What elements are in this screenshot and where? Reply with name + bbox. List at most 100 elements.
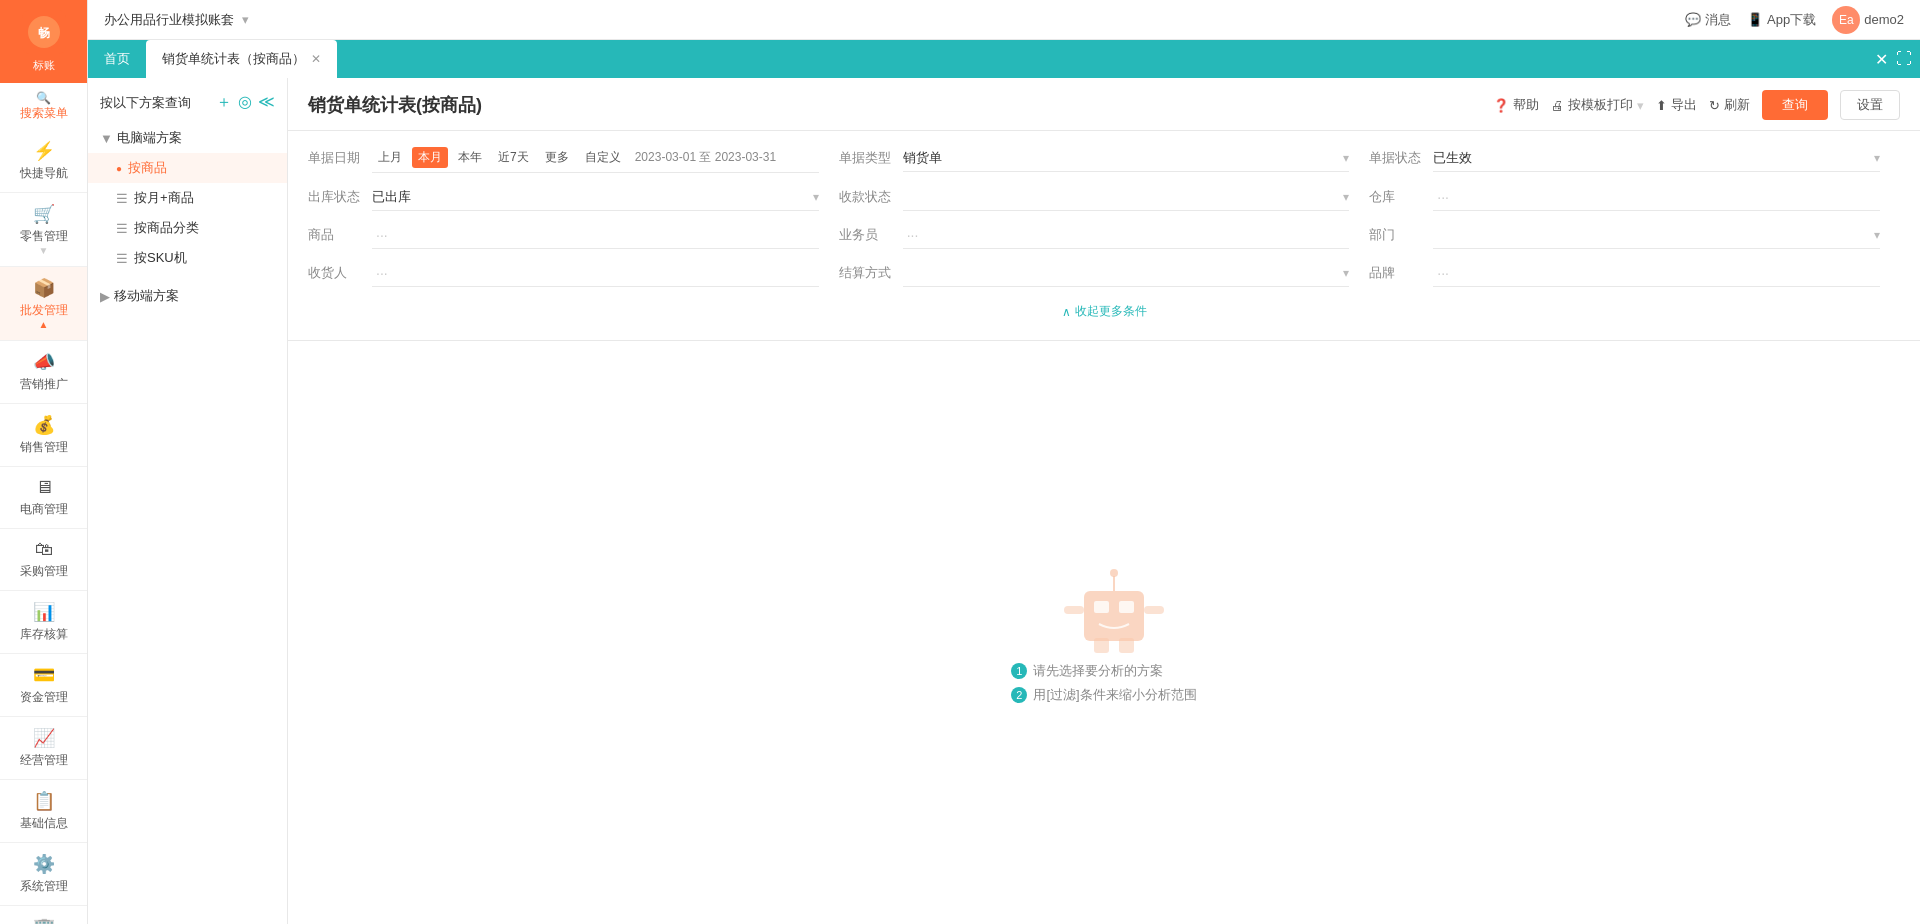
- collapse-filter-icon[interactable]: ≪: [258, 92, 275, 113]
- warehouse-value[interactable]: ···: [1433, 183, 1880, 211]
- sidebar-item-marketing[interactable]: 📣 营销推广: [0, 341, 87, 404]
- tab-report[interactable]: 销货单统计表（按商品） ✕: [146, 40, 337, 78]
- brand-dots: ···: [1437, 265, 1449, 281]
- sidebar-item-inventory[interactable]: 📊 库存核算: [0, 591, 87, 654]
- wholesale-label: 批发管理: [20, 302, 68, 319]
- message-button[interactable]: 💬 消息: [1685, 11, 1731, 29]
- department-dropdown-icon: ▾: [1874, 228, 1880, 242]
- tip-num-1: 1: [1011, 663, 1027, 679]
- warehouse-dots: ···: [1437, 189, 1449, 205]
- sidebar-item-ecommerce[interactable]: 🖥 电商管理: [0, 467, 87, 529]
- field-recipient: 收货人 ···: [308, 259, 839, 287]
- empty-illustration: [1054, 556, 1154, 646]
- sidebar-item-finance[interactable]: 💳 资金管理: [0, 654, 87, 717]
- sidebar-item-enterprise[interactable]: 🏢 企业协同: [0, 906, 87, 924]
- recipient-dots: ···: [376, 265, 388, 281]
- avatar: Ea: [1832, 6, 1860, 34]
- filter-by-category[interactable]: ☰ 按商品分类: [88, 213, 287, 243]
- svg-rect-8: [1119, 638, 1134, 653]
- field-bill-date: 单据日期 上月 本月 本年 近7天 更多 自定义 2023-03-01 至 20…: [308, 143, 839, 173]
- filter-row-3: 商品 ··· 业务员 ··· 部门: [308, 221, 1900, 249]
- product-value[interactable]: ···: [372, 221, 819, 249]
- date-tab-this-month[interactable]: 本月: [412, 147, 448, 168]
- filter-by-month-product[interactable]: ☰ 按月+商品: [88, 183, 287, 213]
- sidebar-item-system[interactable]: ⚙️ 系统管理: [0, 843, 87, 906]
- filter-by-product[interactable]: ● 按商品: [88, 153, 287, 183]
- refresh-button[interactable]: ↻ 刷新: [1709, 96, 1750, 114]
- svg-rect-5: [1064, 606, 1084, 614]
- export-button[interactable]: ⬆ 导出: [1656, 96, 1697, 114]
- department-value[interactable]: ▾: [1433, 221, 1880, 249]
- topbar-right: 💬 消息 📱 App下载 Ea demo2: [1685, 6, 1904, 34]
- tip-num-2: 2: [1011, 687, 1027, 703]
- payment-status-value[interactable]: ▾: [903, 183, 1350, 211]
- retail-label: 零售管理: [20, 228, 68, 245]
- sidebar-item-retail[interactable]: 🛒 零售管理 ▼: [0, 193, 87, 267]
- date-tab-more[interactable]: 更多: [539, 147, 575, 168]
- setting-button[interactable]: 设置: [1840, 90, 1900, 120]
- svg-rect-7: [1094, 638, 1109, 653]
- industry-name: 办公用品行业模拟账套: [104, 11, 234, 29]
- settlement-dropdown-icon: ▾: [1343, 266, 1349, 280]
- salesperson-value[interactable]: ···: [903, 221, 1350, 249]
- dropdown-arrow-industry[interactable]: ▾: [242, 12, 249, 27]
- field-stock-status: 出库状态 已出库 ▾: [308, 183, 839, 211]
- help-button[interactable]: ❓ 帮助: [1493, 96, 1539, 114]
- brand-value[interactable]: ···: [1433, 259, 1880, 287]
- date-tab-last-month[interactable]: 上月: [372, 147, 408, 168]
- sidebar-item-wholesale[interactable]: 📦 批发管理 ▲: [0, 267, 87, 341]
- recipient-value[interactable]: ···: [372, 259, 819, 287]
- product-label: 商品: [308, 226, 364, 244]
- help-icon: ❓: [1493, 98, 1509, 113]
- retail-icon: 🛒: [33, 203, 55, 225]
- settings-filter-icon[interactable]: ◎: [238, 92, 252, 113]
- filter-by-sku[interactable]: ☰ 按SKU机: [88, 243, 287, 273]
- stock-status-value[interactable]: 已出库 ▾: [372, 183, 819, 211]
- user-profile[interactable]: Ea demo2: [1832, 6, 1904, 34]
- brand-label: 品牌: [1369, 264, 1425, 282]
- mobile-parent[interactable]: ▶ 移动端方案: [88, 281, 287, 311]
- sidebar-item-basic[interactable]: 📋 基础信息: [0, 780, 87, 843]
- sidebar-item-operation[interactable]: 📈 经营管理: [0, 717, 87, 780]
- app-download-button[interactable]: 📱 App下载: [1747, 11, 1816, 29]
- payment-status-dropdown-icon: ▾: [1343, 190, 1349, 204]
- query-button[interactable]: 查询: [1762, 90, 1828, 120]
- tab-home[interactable]: 首页: [88, 40, 146, 78]
- app-download-label: App下载: [1767, 11, 1816, 29]
- avatar-initials: Ea: [1839, 13, 1854, 27]
- empty-tips: 1 请先选择要分析的方案 2 用[过滤]条件来缩小分析范围: [1011, 662, 1196, 710]
- message-label: 消息: [1705, 11, 1731, 29]
- sales-icon: 💰: [33, 414, 55, 436]
- date-range-value: 2023-03-01 至 2023-03-31: [635, 149, 776, 166]
- system-label: 系统管理: [20, 878, 68, 895]
- desktop-parent[interactable]: ▼ 电脑端方案: [88, 123, 287, 153]
- by-month-product-label: 按月+商品: [134, 189, 194, 207]
- sidebar-item-sales[interactable]: 💰 销售管理: [0, 404, 87, 467]
- finance-label: 资金管理: [20, 689, 68, 706]
- bill-type-value[interactable]: 销货单 ▾: [903, 144, 1350, 172]
- wholesale-icon: 📦: [33, 277, 55, 299]
- collapse-bar[interactable]: ∧ 收起更多条件: [308, 297, 1900, 328]
- chevron-up-icon: ∧: [1062, 305, 1071, 319]
- product-dots: ···: [376, 227, 388, 243]
- filter-actions: ＋ ◎ ≪: [216, 92, 275, 113]
- sidebar-item-purchase[interactable]: 🛍 采购管理: [0, 529, 87, 591]
- date-tab-custom[interactable]: 自定义: [579, 147, 627, 168]
- logo-text: 标账: [33, 58, 55, 73]
- bill-status-value[interactable]: 已生效 ▾: [1433, 144, 1880, 172]
- tab-maximize-icon[interactable]: ⛶: [1896, 50, 1912, 68]
- sidebar-search[interactable]: 🔍 搜索菜单: [20, 83, 68, 130]
- settlement-value[interactable]: ▾: [903, 259, 1350, 287]
- tab-minimize-icon[interactable]: ✕: [1875, 50, 1888, 69]
- add-filter-icon[interactable]: ＋: [216, 92, 232, 113]
- date-tab-7days[interactable]: 近7天: [492, 147, 535, 168]
- basic-label: 基础信息: [20, 815, 68, 832]
- filter-row-4: 收货人 ··· 结算方式 ▾ 品牌: [308, 259, 1900, 287]
- date-tab-this-year[interactable]: 本年: [452, 147, 488, 168]
- print-dropdown-icon[interactable]: ▾: [1637, 98, 1644, 113]
- print-button[interactable]: 🖨 按模板打印 ▾: [1551, 96, 1644, 114]
- sidebar-item-quick-nav[interactable]: ⚡ 快捷导航: [0, 130, 87, 193]
- tab-close-icon[interactable]: ✕: [311, 52, 321, 66]
- empty-tip-1: 1 请先选择要分析的方案: [1011, 662, 1196, 680]
- page-header: 销货单统计表(按商品) ❓ 帮助 🖨 按模板打印 ▾ ⬆: [288, 78, 1920, 131]
